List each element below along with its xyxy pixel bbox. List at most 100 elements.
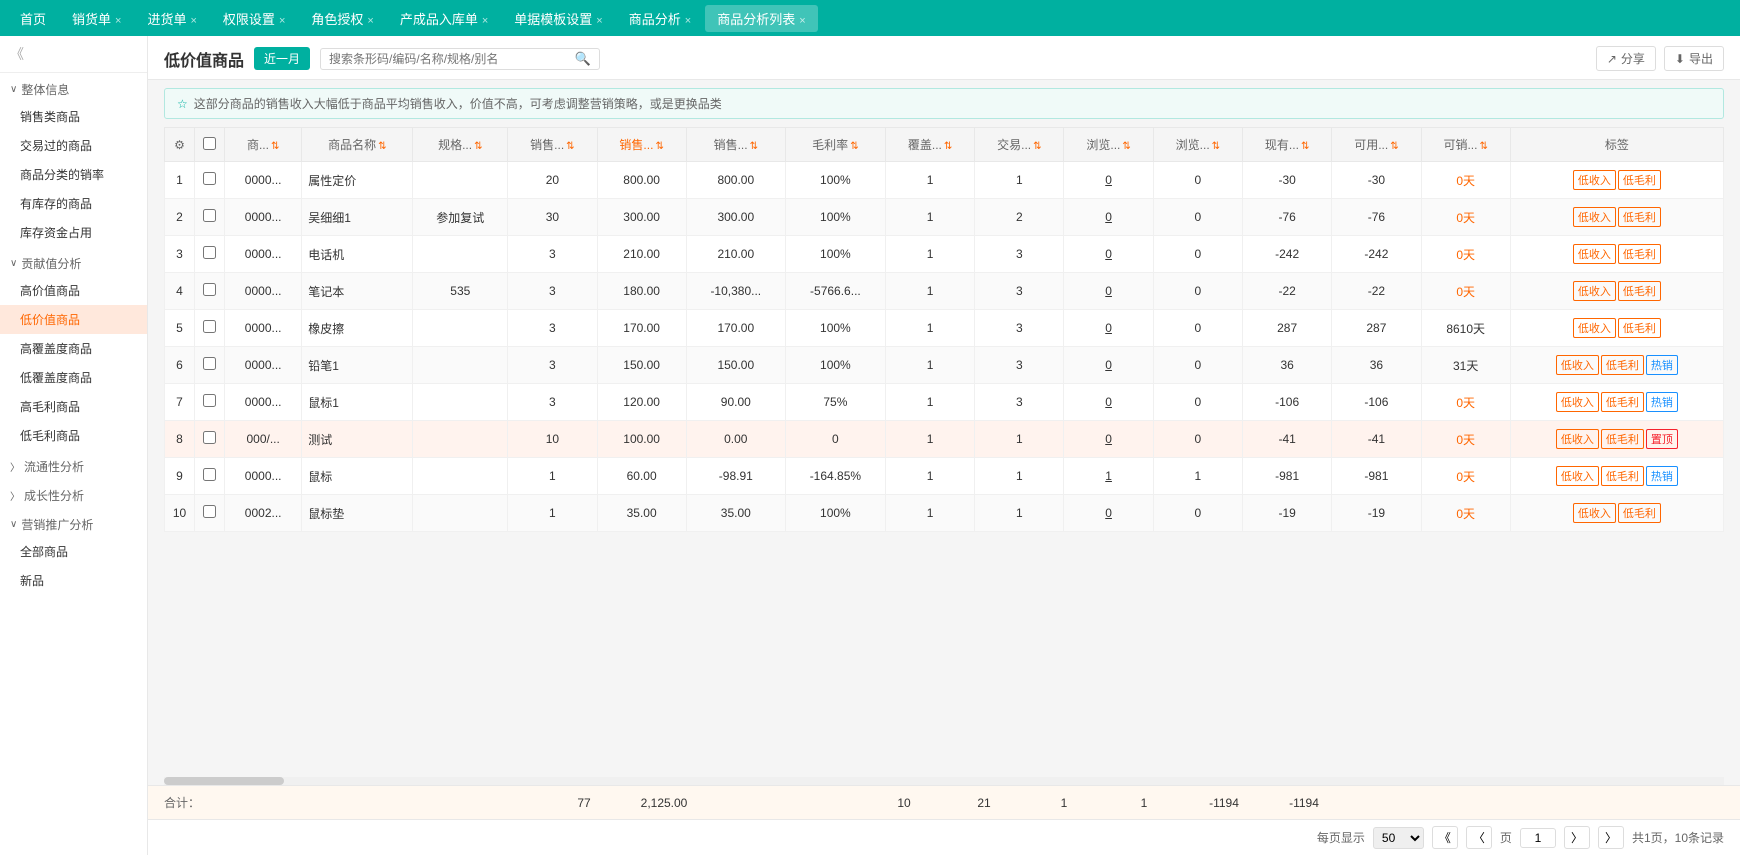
- scrollbar-area[interactable]: [164, 777, 1724, 785]
- cell-checkbox[interactable]: [195, 384, 225, 421]
- col-rate[interactable]: 毛利率⇅: [785, 128, 885, 162]
- col-stock2[interactable]: 可用...⇅: [1332, 128, 1421, 162]
- browse-link[interactable]: 0: [1105, 321, 1112, 335]
- nav-role[interactable]: 角色授权×: [299, 5, 385, 32]
- sidebar-item-high-value[interactable]: 高价值商品: [0, 276, 147, 305]
- row-checkbox[interactable]: [203, 505, 216, 518]
- cell-checkbox[interactable]: [195, 162, 225, 199]
- col-browse2[interactable]: 浏览...⇅: [1153, 128, 1242, 162]
- sidebar-group-growth[interactable]: 〉 成长性分析: [0, 479, 147, 508]
- cell-checkbox[interactable]: [195, 273, 225, 310]
- cell-checkbox[interactable]: [195, 421, 225, 458]
- sidebar-collapse-btn[interactable]: 《: [8, 42, 26, 66]
- prev-page-btn[interactable]: 〈: [1466, 826, 1492, 849]
- cell-browse1[interactable]: 0: [1064, 421, 1153, 458]
- col-settings[interactable]: ⚙: [165, 128, 195, 162]
- cell-browse1[interactable]: 0: [1064, 162, 1153, 199]
- row-checkbox[interactable]: [203, 431, 216, 444]
- cell-browse1[interactable]: 1: [1064, 458, 1153, 495]
- sidebar-item-category-rate[interactable]: 商品分类的销率: [0, 160, 147, 189]
- browse-link[interactable]: 1: [1105, 469, 1112, 483]
- nav-sales[interactable]: 销货单×: [60, 5, 133, 32]
- sidebar-item-traded-goods[interactable]: 交易过的商品: [0, 131, 147, 160]
- export-button[interactable]: ⬇ 导出: [1664, 46, 1724, 71]
- col-qty3[interactable]: 销售...⇅: [686, 128, 785, 162]
- first-page-btn[interactable]: 《: [1432, 826, 1458, 849]
- cell-browse1[interactable]: 0: [1064, 495, 1153, 532]
- search-input[interactable]: [329, 52, 575, 66]
- col-qty1[interactable]: 销售...⇅: [508, 128, 597, 162]
- last-page-btn[interactable]: 〉: [1598, 826, 1624, 849]
- nav-template[interactable]: 单据模板设置×: [502, 5, 614, 32]
- next-page-btn[interactable]: 〉: [1564, 826, 1590, 849]
- cell-checkbox[interactable]: [195, 199, 225, 236]
- sidebar-item-new-goods[interactable]: 新品: [0, 566, 147, 595]
- row-checkbox[interactable]: [203, 246, 216, 259]
- sidebar-item-stock-fund[interactable]: 库存资金占用: [0, 218, 147, 247]
- sidebar-item-low-coverage[interactable]: 低覆盖度商品: [0, 363, 147, 392]
- cell-browse1[interactable]: 0: [1064, 199, 1153, 236]
- share-button[interactable]: ↗ 分享: [1596, 46, 1656, 71]
- col-stock3[interactable]: 可销...⇅: [1421, 128, 1510, 162]
- cell-checkbox[interactable]: [195, 236, 225, 273]
- browse-link[interactable]: 0: [1105, 247, 1112, 261]
- nav-purchase[interactable]: 进货单×: [135, 5, 208, 32]
- col-code[interactable]: 商...⇅: [225, 128, 302, 162]
- row-checkbox[interactable]: [203, 172, 216, 185]
- scrollbar-thumb[interactable]: [164, 777, 284, 785]
- row-checkbox[interactable]: [203, 394, 216, 407]
- row-checkbox[interactable]: [203, 209, 216, 222]
- cell-checkbox[interactable]: [195, 310, 225, 347]
- nav-permission[interactable]: 权限设置×: [211, 5, 297, 32]
- browse-link[interactable]: 0: [1105, 432, 1112, 446]
- col-checkbox[interactable]: [195, 128, 225, 162]
- cell-coverage: 1: [885, 199, 974, 236]
- cell-browse1[interactable]: 0: [1064, 236, 1153, 273]
- col-spec[interactable]: 规格...⇅: [413, 128, 508, 162]
- sidebar-item-all-goods[interactable]: 全部商品: [0, 537, 147, 566]
- col-stock1[interactable]: 现有...⇅: [1243, 128, 1332, 162]
- col-qty2[interactable]: 销售...⇅: [597, 128, 686, 162]
- select-all-checkbox[interactable]: [203, 137, 216, 150]
- browse-link[interactable]: 0: [1105, 210, 1112, 224]
- browse-link[interactable]: 0: [1105, 395, 1112, 409]
- nav-analysis[interactable]: 商品分析×: [617, 5, 703, 32]
- col-trade[interactable]: 交易...⇅: [975, 128, 1064, 162]
- col-browse1[interactable]: 浏览...⇅: [1064, 128, 1153, 162]
- table-container[interactable]: ⚙ 商...⇅ 商品名称⇅ 规格...⇅ 销售...⇅ 销售...⇅ 销售...…: [148, 127, 1740, 777]
- col-name[interactable]: 商品名称⇅: [302, 128, 413, 162]
- sidebar-item-sales-goods[interactable]: 销售类商品: [0, 102, 147, 131]
- browse-link[interactable]: 0: [1105, 506, 1112, 520]
- cell-browse1[interactable]: 0: [1064, 384, 1153, 421]
- row-checkbox[interactable]: [203, 468, 216, 481]
- search-icon[interactable]: 🔍: [575, 51, 591, 67]
- cell-browse1[interactable]: 0: [1064, 273, 1153, 310]
- sidebar-item-stock-goods[interactable]: 有库存的商品: [0, 189, 147, 218]
- cell-checkbox[interactable]: [195, 347, 225, 384]
- page-input[interactable]: [1520, 828, 1556, 848]
- filter-button[interactable]: 近一月: [254, 47, 310, 70]
- browse-link[interactable]: 0: [1105, 173, 1112, 187]
- sidebar-group-marketing[interactable]: ∨ 营销推广分析: [0, 508, 147, 537]
- browse-link[interactable]: 0: [1105, 358, 1112, 372]
- cell-checkbox[interactable]: [195, 495, 225, 532]
- sidebar-group-contribution[interactable]: ∨ 贡献值分析: [0, 247, 147, 276]
- sidebar-item-high-coverage[interactable]: 高覆盖度商品: [0, 334, 147, 363]
- row-checkbox[interactable]: [203, 320, 216, 333]
- browse-link[interactable]: 0: [1105, 284, 1112, 298]
- sidebar-group-overall[interactable]: ∨ 整体信息: [0, 73, 147, 102]
- nav-home[interactable]: 首页: [8, 5, 58, 32]
- col-coverage[interactable]: 覆盖...⇅: [885, 128, 974, 162]
- nav-warehouse[interactable]: 产成品入库单×: [388, 5, 500, 32]
- sidebar-item-low-margin[interactable]: 低毛利商品: [0, 421, 147, 450]
- page-size-select[interactable]: 50 100 200: [1373, 827, 1424, 849]
- cell-checkbox[interactable]: [195, 458, 225, 495]
- sidebar-item-high-margin[interactable]: 高毛利商品: [0, 392, 147, 421]
- nav-analysis-list[interactable]: 商品分析列表×: [705, 5, 817, 32]
- cell-browse1[interactable]: 0: [1064, 310, 1153, 347]
- sidebar-group-flow[interactable]: 〉 流通性分析: [0, 450, 147, 479]
- row-checkbox[interactable]: [203, 357, 216, 370]
- sidebar-item-low-value[interactable]: 低价值商品: [0, 305, 147, 334]
- row-checkbox[interactable]: [203, 283, 216, 296]
- cell-browse1[interactable]: 0: [1064, 347, 1153, 384]
